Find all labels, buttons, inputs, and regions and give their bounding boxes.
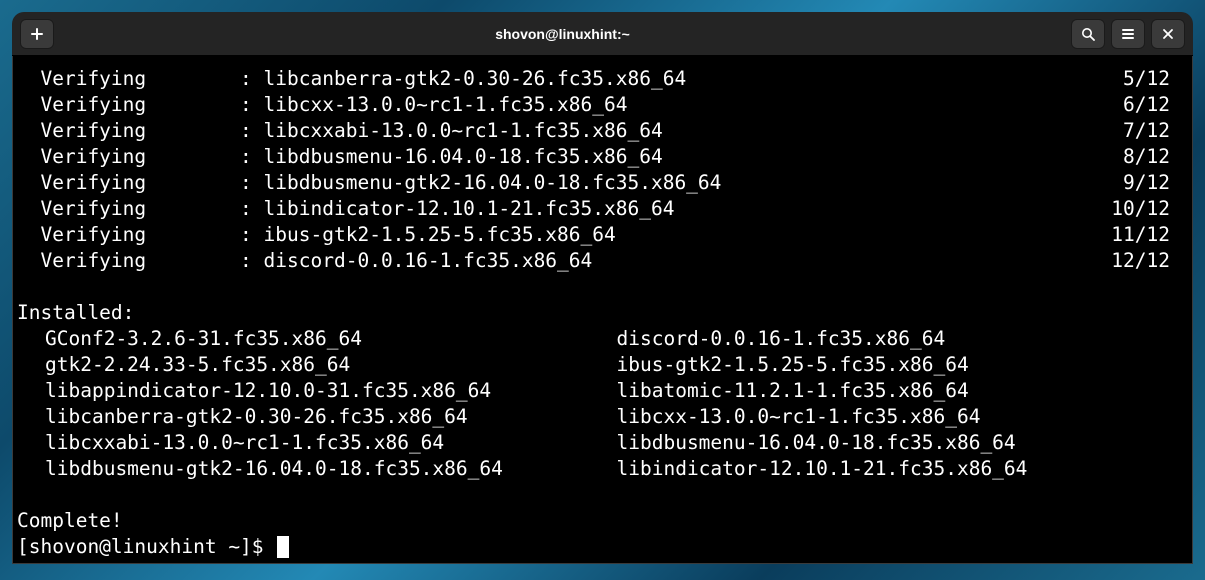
verify-package: ibus-gtk2-1.5.25-5.fc35.x86_64 (264, 222, 1112, 248)
verify-count: 8/12 (1123, 144, 1188, 170)
verify-count: 6/12 (1123, 92, 1188, 118)
blank-line (17, 274, 1188, 300)
installed-package: libatomic-11.2.1-1.fc35.x86_64 (617, 378, 1189, 404)
installed-row: gtk2-2.24.33-5.fc35.x86_64ibus-gtk2-1.5.… (45, 352, 1188, 378)
verify-row: Verifying : libcanberra-gtk2-0.30-26.fc3… (17, 66, 1188, 92)
verify-row: Verifying : libcxx-13.0.0~rc1-1.fc35.x86… (17, 92, 1188, 118)
installed-block: GConf2-3.2.6-31.fc35.x86_64discord-0.0.1… (17, 326, 1188, 482)
verify-package: libindicator-12.10.1-21.fc35.x86_64 (264, 196, 1112, 222)
installed-package: GConf2-3.2.6-31.fc35.x86_64 (45, 326, 617, 352)
verify-package: libcxx-13.0.0~rc1-1.fc35.x86_64 (264, 92, 1123, 118)
installed-row: GConf2-3.2.6-31.fc35.x86_64discord-0.0.1… (45, 326, 1188, 352)
verify-row: Verifying : libdbusmenu-16.04.0-18.fc35.… (17, 144, 1188, 170)
cursor (277, 536, 289, 558)
installed-package: libindicator-12.10.1-21.fc35.x86_64 (617, 456, 1189, 482)
verifying-block: Verifying : libcanberra-gtk2-0.30-26.fc3… (17, 66, 1188, 274)
verify-count: 10/12 (1111, 196, 1188, 222)
installed-row: libcxxabi-13.0.0~rc1-1.fc35.x86_64libdbu… (45, 430, 1188, 456)
close-button[interactable] (1151, 19, 1185, 49)
close-icon (1161, 27, 1175, 41)
verify-label: Verifying : (17, 248, 264, 274)
installed-package: libdbusmenu-gtk2-16.04.0-18.fc35.x86_64 (45, 456, 617, 482)
installed-row: libappindicator-12.10.0-31.fc35.x86_64li… (45, 378, 1188, 404)
menu-button[interactable] (1111, 19, 1145, 49)
search-icon (1081, 27, 1095, 41)
verify-label: Verifying : (17, 66, 264, 92)
verify-row: Verifying : libindicator-12.10.1-21.fc35… (17, 196, 1188, 222)
verify-label: Verifying : (17, 118, 264, 144)
verify-count: 12/12 (1111, 248, 1188, 274)
verify-label: Verifying : (17, 144, 264, 170)
verify-row: Verifying : libdbusmenu-gtk2-16.04.0-18.… (17, 170, 1188, 196)
verify-package: libcanberra-gtk2-0.30-26.fc35.x86_64 (264, 66, 1123, 92)
verify-row: Verifying : libcxxabi-13.0.0~rc1-1.fc35.… (17, 118, 1188, 144)
verify-label: Verifying : (17, 170, 264, 196)
verify-package: libdbusmenu-16.04.0-18.fc35.x86_64 (264, 144, 1123, 170)
installed-package: libcxx-13.0.0~rc1-1.fc35.x86_64 (617, 404, 1189, 430)
verify-package: libcxxabi-13.0.0~rc1-1.fc35.x86_64 (264, 118, 1123, 144)
plus-icon (30, 27, 44, 41)
verify-count: 11/12 (1111, 222, 1188, 248)
prompt-text: [shovon@linuxhint ~]$ (17, 534, 275, 560)
blank-line (17, 482, 1188, 508)
installed-package: libappindicator-12.10.0-31.fc35.x86_64 (45, 378, 617, 404)
titlebar: shovon@linuxhint:~ (12, 12, 1193, 56)
installed-row: libdbusmenu-gtk2-16.04.0-18.fc35.x86_64l… (45, 456, 1188, 482)
verify-count: 9/12 (1123, 170, 1188, 196)
installed-package: libcxxabi-13.0.0~rc1-1.fc35.x86_64 (45, 430, 617, 456)
verify-count: 7/12 (1123, 118, 1188, 144)
window-title: shovon@linuxhint:~ (54, 26, 1071, 42)
installed-package: ibus-gtk2-1.5.25-5.fc35.x86_64 (617, 352, 1189, 378)
installed-package: discord-0.0.16-1.fc35.x86_64 (617, 326, 1189, 352)
installed-package: libdbusmenu-16.04.0-18.fc35.x86_64 (617, 430, 1189, 456)
verify-row: Verifying : ibus-gtk2-1.5.25-5.fc35.x86_… (17, 222, 1188, 248)
complete-message: Complete! (17, 508, 1188, 534)
new-tab-button[interactable] (20, 19, 54, 49)
hamburger-icon (1121, 27, 1135, 41)
installed-package: libcanberra-gtk2-0.30-26.fc35.x86_64 (45, 404, 617, 430)
installed-row: libcanberra-gtk2-0.30-26.fc35.x86_64libc… (45, 404, 1188, 430)
terminal-output[interactable]: Verifying : libcanberra-gtk2-0.30-26.fc3… (12, 56, 1193, 564)
installed-package: gtk2-2.24.33-5.fc35.x86_64 (45, 352, 617, 378)
verify-package: libdbusmenu-gtk2-16.04.0-18.fc35.x86_64 (264, 170, 1123, 196)
prompt-line: [shovon@linuxhint ~]$ (17, 534, 1188, 560)
verify-package: discord-0.0.16-1.fc35.x86_64 (264, 248, 1112, 274)
verify-count: 5/12 (1123, 66, 1188, 92)
search-button[interactable] (1071, 19, 1105, 49)
verify-label: Verifying : (17, 222, 264, 248)
verify-row: Verifying : discord-0.0.16-1.fc35.x86_64… (17, 248, 1188, 274)
verify-label: Verifying : (17, 196, 264, 222)
installed-header: Installed: (17, 300, 1188, 326)
verify-label: Verifying : (17, 92, 264, 118)
